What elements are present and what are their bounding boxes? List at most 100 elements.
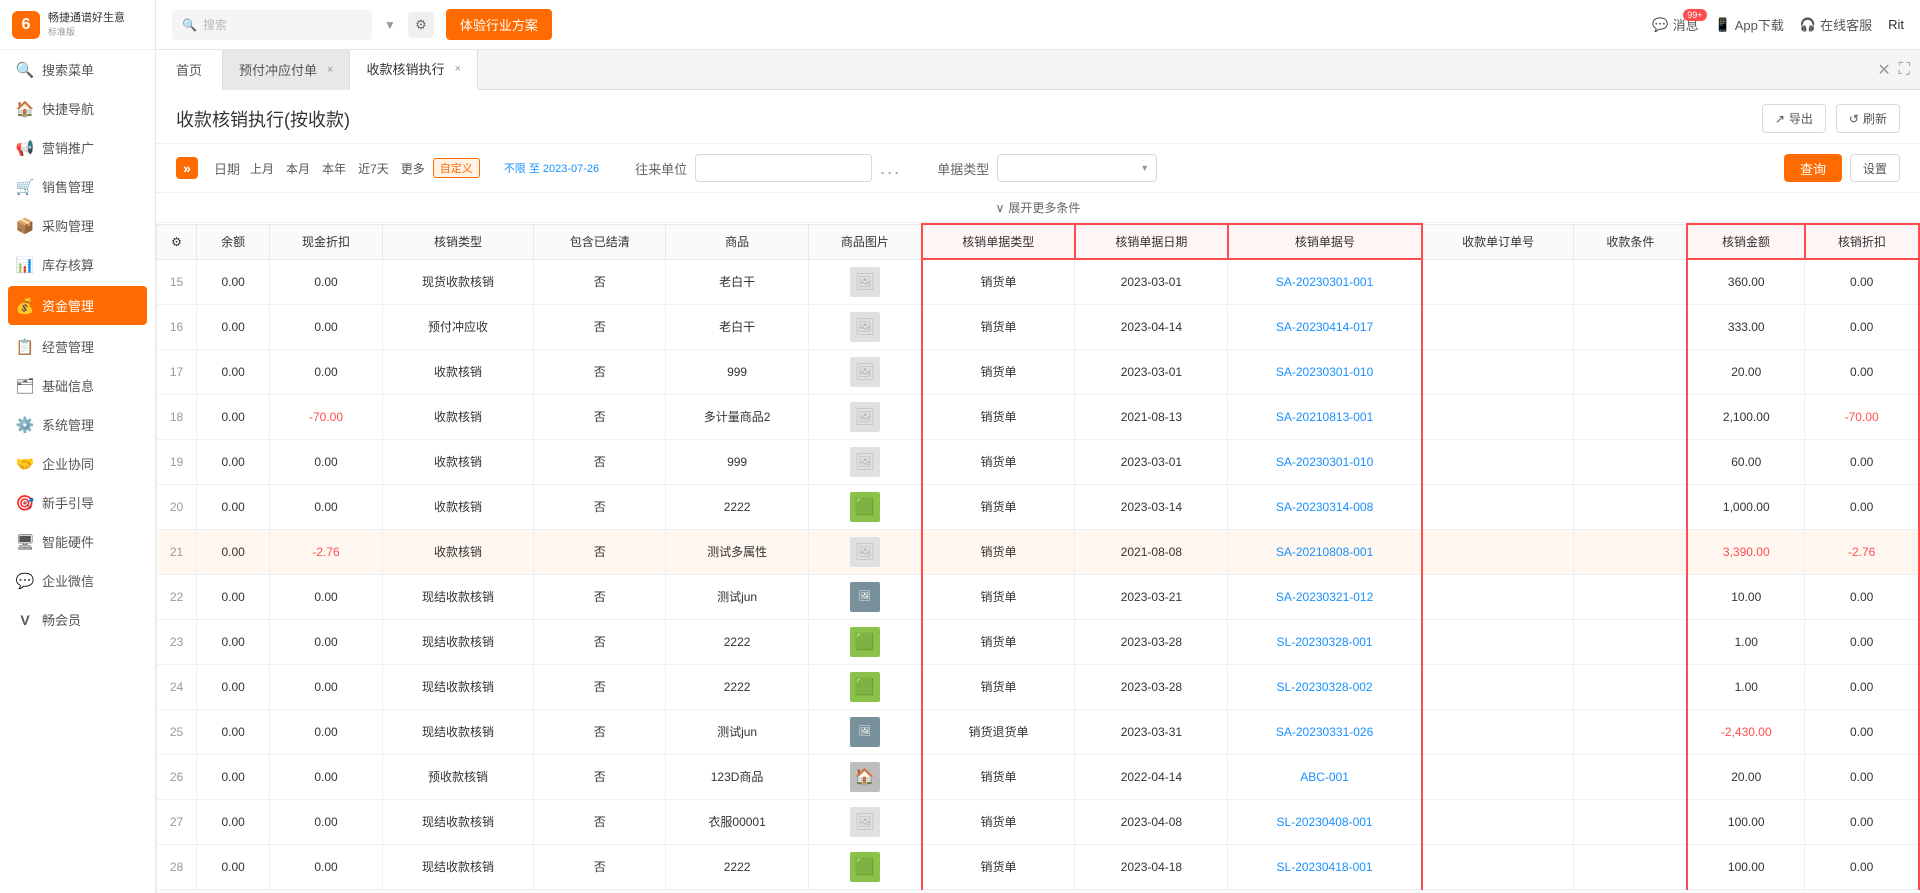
- doc-no-link[interactable]: ABC-001: [1300, 770, 1349, 784]
- date-option-this-month[interactable]: 本月: [282, 158, 314, 179]
- gear-icon[interactable]: ⚙: [171, 235, 182, 249]
- filter-doctype-group: 单据类型: [937, 154, 1157, 182]
- sidebar-item-search[interactable]: 🔍 搜索菜单: [0, 50, 155, 89]
- app-download[interactable]: 📱 App下载: [1715, 15, 1784, 34]
- date-option-last-month[interactable]: 上月: [246, 158, 278, 179]
- sidebar-item-marketing[interactable]: 📢 营销推广: [0, 128, 155, 167]
- solution-button[interactable]: 体验行业方案: [446, 9, 552, 40]
- verify-discount-cell: 0.00: [1805, 259, 1919, 304]
- page-content: 收款核销执行(按收款) ↗ 导出 ↺ 刷新 » 日期 上月 本月 本: [156, 90, 1920, 893]
- doc-no-link[interactable]: SL-20230408-001: [1277, 815, 1373, 829]
- sidebar-item-vip[interactable]: V 畅会员: [0, 600, 155, 639]
- th-verify-discount: 核销折扣: [1805, 224, 1919, 259]
- doc-no-link[interactable]: SL-20230328-001: [1277, 635, 1373, 649]
- date-option-more[interactable]: 更多: [397, 158, 429, 179]
- app-label: App下载: [1735, 15, 1784, 34]
- service-label: 在线客服: [1820, 15, 1872, 34]
- search-icon: 🔍: [16, 61, 34, 79]
- tab-home[interactable]: 首页: [156, 50, 223, 90]
- sidebar-item-inventory[interactable]: 📊 库存核算: [0, 245, 155, 284]
- date-option-custom[interactable]: 自定义: [433, 158, 480, 178]
- verify-doc-no-cell: SA-20230321-012: [1228, 574, 1422, 619]
- message-badge[interactable]: 💬 消息 99+: [1652, 15, 1698, 34]
- verify-doc-type-cell: 销货单: [922, 664, 1075, 709]
- sidebar-item-basicinfo[interactable]: 🗂 基础信息: [0, 366, 155, 405]
- verify-doc-no-cell: SL-20230328-001: [1228, 619, 1422, 664]
- sidebar-item-guide[interactable]: 🎯 新手引导: [0, 483, 155, 522]
- sidebar-item-business[interactable]: 📋 经营管理: [0, 327, 155, 366]
- sidebar-item-sales[interactable]: 🛒 销售管理: [0, 167, 155, 206]
- purchase-icon: 📦: [16, 217, 34, 235]
- verify-amount-cell: 10.00: [1687, 574, 1805, 619]
- product-img-cell: 🖼: [809, 439, 922, 484]
- topbar-settings-btn[interactable]: ⚙: [408, 12, 434, 38]
- online-service[interactable]: 🎧 在线客服: [1800, 15, 1872, 34]
- doc-no-link[interactable]: SA-20230331-026: [1276, 725, 1373, 739]
- page-title: 收款核销执行(按收款): [176, 106, 350, 132]
- sidebar-item-wechat[interactable]: 💬 企业微信: [0, 561, 155, 600]
- topbar-search-box[interactable]: 🔍 搜索: [172, 10, 372, 40]
- date-option-this-year[interactable]: 本年: [318, 158, 350, 179]
- table-row: 250.000.00现结收款核销否测试jun🖼销货退货单2023-03-31SA…: [157, 709, 1920, 754]
- doc-no-link[interactable]: SA-20230301-010: [1276, 455, 1373, 469]
- export-icon: ↗: [1775, 112, 1785, 126]
- sidebar-item-quicknav[interactable]: 🏠 快捷导航: [0, 89, 155, 128]
- verify-amount-cell: 100.00: [1687, 844, 1805, 889]
- sidebar: 6 畅捷通谱好生意 标准版 🔍 搜索菜单 🏠 快捷导航 📢 营销推广 🛒 销售管…: [0, 0, 156, 893]
- doc-no-link[interactable]: SL-20230418-001: [1277, 860, 1373, 874]
- tab-prepay[interactable]: 预付冲应付单 ×: [223, 50, 350, 90]
- doctype-select[interactable]: [997, 154, 1157, 182]
- verify-doc-date-cell: 2023-03-28: [1075, 664, 1228, 709]
- app-icon: 📱: [1715, 17, 1731, 33]
- table-row: 260.000.00预收款核销否123D商品🏠销货单2022-04-14ABC-…: [157, 754, 1920, 799]
- user-name[interactable]: Rit: [1888, 17, 1904, 32]
- export-button[interactable]: ↗ 导出: [1762, 104, 1826, 133]
- doc-no-link[interactable]: SA-20230301-010: [1276, 365, 1373, 379]
- tab-receipts-close[interactable]: ×: [454, 63, 460, 75]
- verify-discount-cell: 0.00: [1805, 844, 1919, 889]
- refresh-icon: ↺: [1849, 112, 1859, 126]
- page-actions: ↗ 导出 ↺ 刷新: [1762, 104, 1900, 133]
- sidebar-item-system[interactable]: ⚙️ 系统管理: [0, 405, 155, 444]
- sidebar-item-label: 资金管理: [42, 296, 94, 315]
- partner-input[interactable]: [695, 154, 872, 182]
- tab-receipts[interactable]: 收款核销执行 ×: [350, 50, 477, 90]
- sidebar-item-purchase[interactable]: 📦 采购管理: [0, 206, 155, 245]
- sidebar-item-label: 库存核算: [42, 255, 94, 274]
- filter-expand-btn[interactable]: »: [176, 157, 198, 179]
- expand-more-btn[interactable]: ∨ 展开更多条件: [996, 199, 1081, 216]
- sidebar-item-cooperation[interactable]: 🤝 企业协同: [0, 444, 155, 483]
- doc-no-link[interactable]: SA-20230301-001: [1276, 275, 1373, 289]
- doc-no-link[interactable]: SA-20210813-001: [1276, 410, 1373, 424]
- footer-verify-amount: 40,556,66...: [1687, 889, 1805, 893]
- doc-no-link[interactable]: SA-20230414-017: [1276, 320, 1373, 334]
- basicinfo-icon: 🗂: [16, 377, 34, 395]
- sidebar-item-finance[interactable]: 💰 资金管理: [8, 286, 147, 325]
- refresh-button[interactable]: ↺ 刷新: [1836, 104, 1900, 133]
- vip-icon: V: [16, 611, 34, 629]
- date-option-7days[interactable]: 近7天: [354, 158, 393, 179]
- th-balance: 余额: [197, 224, 270, 259]
- sidebar-item-hardware[interactable]: 🖥 智能硬件: [0, 522, 155, 561]
- tab-prepay-close[interactable]: ×: [327, 64, 333, 76]
- doc-no-link[interactable]: SA-20230314-008: [1276, 500, 1373, 514]
- doc-no-link[interactable]: SA-20210808-001: [1276, 545, 1373, 559]
- filter-bar: » 日期 上月 本月 本年 近7天 更多 自定义 不限 至 2023-07-26…: [156, 144, 1920, 193]
- tab-close-all-icon[interactable]: ✕: [1877, 60, 1890, 80]
- query-button[interactable]: 查询: [1784, 154, 1842, 182]
- chevron-down-icon: ∨: [996, 201, 1005, 215]
- doc-no-link[interactable]: SA-20230321-012: [1276, 590, 1373, 604]
- doc-no-link[interactable]: SL-20230328-002: [1277, 680, 1373, 694]
- topbar-dropdown-icon[interactable]: ▼: [384, 18, 396, 32]
- product-img-cell: 🟩: [809, 664, 922, 709]
- tab-expand-icon[interactable]: ⛶: [1899, 61, 1910, 79]
- table-header-row: ⚙ 余额 现金折扣 核销类型 包含已结清 商品 商品图片 核销单据类型 核销单据…: [157, 224, 1920, 259]
- verify-doc-no-cell: SA-20230301-001: [1228, 259, 1422, 304]
- th-verify-doc-type: 核销单据类型: [922, 224, 1075, 259]
- settings-button[interactable]: 设置: [1850, 154, 1900, 182]
- sales-icon: 🛒: [16, 178, 34, 196]
- table-row: 200.000.00收款核销否2222🟩销货单2023-03-14SA-2023…: [157, 484, 1920, 529]
- sidebar-item-label: 新手引导: [42, 493, 94, 512]
- verify-doc-type-cell: 销货单: [922, 349, 1075, 394]
- app-badge: 标准版: [48, 25, 125, 38]
